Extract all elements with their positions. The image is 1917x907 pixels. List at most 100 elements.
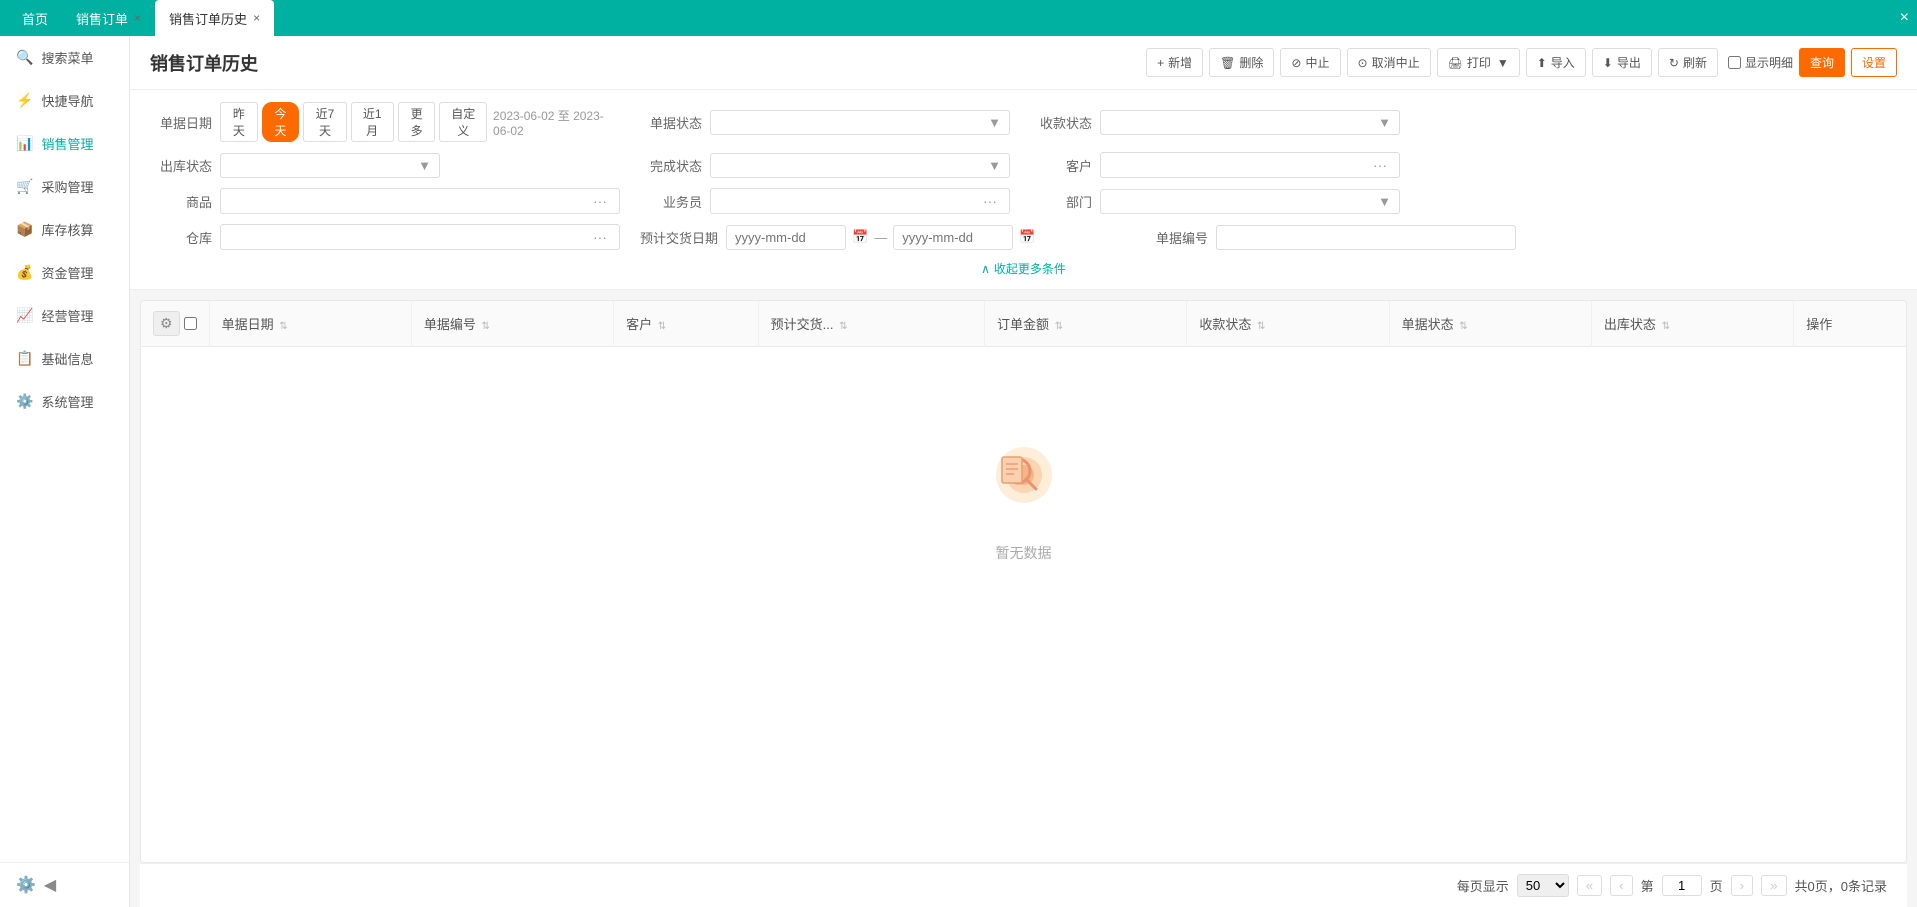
- col-amount-sort-icon[interactable]: ⇅: [1055, 321, 1063, 332]
- tab-sales-order-history-close[interactable]: ×: [253, 11, 260, 25]
- page-number-input[interactable]: [1662, 875, 1702, 896]
- date-btn-today[interactable]: 今天: [262, 102, 300, 142]
- prev-page-button[interactable]: ‹: [1610, 875, 1632, 896]
- tab-home[interactable]: 首页: [8, 0, 62, 36]
- customer-dots[interactable]: ···: [1369, 157, 1391, 173]
- settings-bottom-icon[interactable]: ⚙️: [16, 875, 36, 895]
- add-button[interactable]: + 新增: [1146, 48, 1203, 77]
- outbound-status-select[interactable]: ▼: [220, 153, 440, 178]
- last-page-icon: »: [1770, 878, 1777, 893]
- delivery-date-from[interactable]: [726, 225, 846, 250]
- sidebar-item-inventory[interactable]: 📦 库存核算: [0, 208, 129, 251]
- col-customer: 客户 ⇅: [614, 301, 759, 347]
- date-btn-more[interactable]: 更多: [398, 102, 436, 142]
- page-size-select[interactable]: 50 10 20 100: [1517, 874, 1569, 897]
- top-bar-actions: ×: [1900, 9, 1909, 27]
- pay-status-control: ▼: [1100, 110, 1400, 135]
- settings-label: 设置: [1862, 54, 1886, 71]
- stop-button[interactable]: ⊘ 中止: [1280, 48, 1340, 77]
- select-all-checkbox[interactable]: [184, 317, 197, 330]
- col-delivery-sort-icon[interactable]: ⇅: [839, 321, 847, 332]
- date-btn-custom[interactable]: 自定义: [439, 102, 487, 142]
- settings-button[interactable]: 设置: [1851, 48, 1897, 77]
- customer-control: ···: [1100, 152, 1400, 178]
- col-order-status-sort-icon[interactable]: ⇅: [1459, 321, 1467, 332]
- delivery-date-to[interactable]: [893, 225, 1013, 250]
- table-settings-button[interactable]: ⚙: [153, 311, 180, 336]
- page-label: 第: [1641, 876, 1654, 895]
- col-date-sort-icon[interactable]: ⇅: [279, 321, 287, 332]
- tab-sales-order-history[interactable]: 销售订单历史 ×: [155, 0, 274, 36]
- col-customer-sort-icon[interactable]: ⇅: [658, 321, 666, 332]
- display-cols-checkbox[interactable]: [1728, 56, 1741, 69]
- col-pay-status-sort-icon[interactable]: ⇅: [1257, 321, 1265, 332]
- print-button[interactable]: 🖨 打印 ▼: [1437, 48, 1520, 77]
- date-btn-last1m[interactable]: 近1月: [351, 102, 394, 142]
- order-no-input[interactable]: [1216, 225, 1516, 250]
- empty-state-row: 暂无数据: [141, 347, 1906, 644]
- filter-row-3: 商品 ··· 业务员 ··· 部门: [150, 188, 1897, 214]
- sidebar-inventory-label: 库存核算: [41, 220, 93, 239]
- import-icon: ⬆: [1537, 56, 1547, 70]
- col-no-sort-icon[interactable]: ⇅: [482, 321, 490, 332]
- warehouse-label: 仓库: [150, 228, 220, 247]
- cancel-stop-button[interactable]: ⊙ 取消中止: [1347, 48, 1431, 77]
- pay-status-select[interactable]: ▼: [1100, 110, 1400, 135]
- collapse-row[interactable]: ∧ 收起更多条件: [150, 260, 1897, 277]
- warehouse-input[interactable]: ···: [220, 224, 620, 250]
- tab-sales-order[interactable]: 销售订单 ×: [62, 0, 155, 36]
- stop-icon: ⊘: [1291, 56, 1301, 70]
- cancel-stop-icon: ⊙: [1358, 56, 1368, 70]
- last-page-button[interactable]: »: [1761, 875, 1786, 896]
- delete-button[interactable]: 🗑 删除: [1209, 48, 1274, 77]
- complete-status-chevron: ▼: [988, 158, 1001, 173]
- table-area: ⚙ 单据日期 ⇅ 单据编号 ⇅ 客户: [140, 300, 1907, 863]
- complete-status-control: ▼: [710, 153, 1010, 178]
- col-out-status-sort-icon[interactable]: ⇅: [1662, 321, 1670, 332]
- complete-status-label: 完成状态: [640, 156, 710, 175]
- next-page-button[interactable]: ›: [1731, 875, 1753, 896]
- customer-label: 客户: [1030, 156, 1100, 175]
- warehouse-dots[interactable]: ···: [589, 229, 611, 245]
- date-btn-last7[interactable]: 近7天: [303, 102, 346, 142]
- next-page-icon: ›: [1740, 878, 1744, 893]
- sidebar-item-sales-mgmt[interactable]: 📊 销售管理: [0, 122, 129, 165]
- sidebar-item-basic-info[interactable]: 📋 基础信息: [0, 337, 129, 380]
- collapse-sidebar-icon[interactable]: ◀: [44, 875, 56, 895]
- customer-input[interactable]: ···: [1100, 152, 1400, 178]
- sidebar-item-operations[interactable]: 📈 经营管理: [0, 294, 129, 337]
- tab-sales-order-close[interactable]: ×: [134, 11, 141, 25]
- refresh-button[interactable]: ↻ 刷新: [1658, 48, 1718, 77]
- date-btn-yesterday[interactable]: 昨天: [220, 102, 258, 142]
- import-button[interactable]: ⬆ 导入: [1526, 48, 1586, 77]
- empty-illustration: [974, 427, 1074, 527]
- complete-status-select[interactable]: ▼: [710, 153, 1010, 178]
- product-dots[interactable]: ···: [589, 193, 611, 209]
- page-end-label: 页: [1710, 876, 1723, 895]
- sidebar-item-search-menu[interactable]: 🔍 搜索菜单: [0, 36, 129, 79]
- product-input[interactable]: ···: [220, 188, 620, 214]
- query-button[interactable]: 查询: [1799, 48, 1845, 77]
- main-layout: 🔍 搜索菜单 ⚡ 快捷导航 📊 销售管理 🛒 采购管理 📦 库存核算 💰 资金管…: [0, 36, 1917, 907]
- sidebar-item-quick-nav[interactable]: ⚡ 快捷导航: [0, 79, 129, 122]
- salesperson-dots[interactable]: ···: [979, 193, 1001, 209]
- product-control: ···: [220, 188, 620, 214]
- salesperson-input[interactable]: ···: [710, 188, 1010, 214]
- content-area: 销售订单历史 + 新增 🗑 删除 ⊘ 中止 ⊙ 取消中止: [130, 36, 1917, 907]
- department-select[interactable]: ▼: [1100, 189, 1400, 214]
- calendar-from-icon: 📅: [852, 229, 868, 245]
- refresh-label: 刷新: [1683, 54, 1707, 71]
- sidebar-item-purchase-mgmt[interactable]: 🛒 采购管理: [0, 165, 129, 208]
- sidebar-item-finance[interactable]: 💰 资金管理: [0, 251, 129, 294]
- inventory-icon: 📦: [16, 221, 33, 238]
- filter-row-4: 仓库 ··· 预计交货日期 📅 — 📅 单据编号: [150, 224, 1897, 250]
- export-button[interactable]: ⬇ 导出: [1592, 48, 1652, 77]
- import-label: 导入: [1551, 54, 1575, 71]
- order-status-select[interactable]: ▼: [710, 110, 1010, 135]
- product-label: 商品: [150, 192, 220, 211]
- data-table: ⚙ 单据日期 ⇅ 单据编号 ⇅ 客户: [141, 301, 1906, 643]
- window-close-icon[interactable]: ×: [1900, 9, 1909, 27]
- sidebar-item-system[interactable]: ⚙️ 系统管理: [0, 380, 129, 423]
- first-page-button[interactable]: «: [1577, 875, 1602, 896]
- col-amount: 订单金额 ⇅: [985, 301, 1187, 347]
